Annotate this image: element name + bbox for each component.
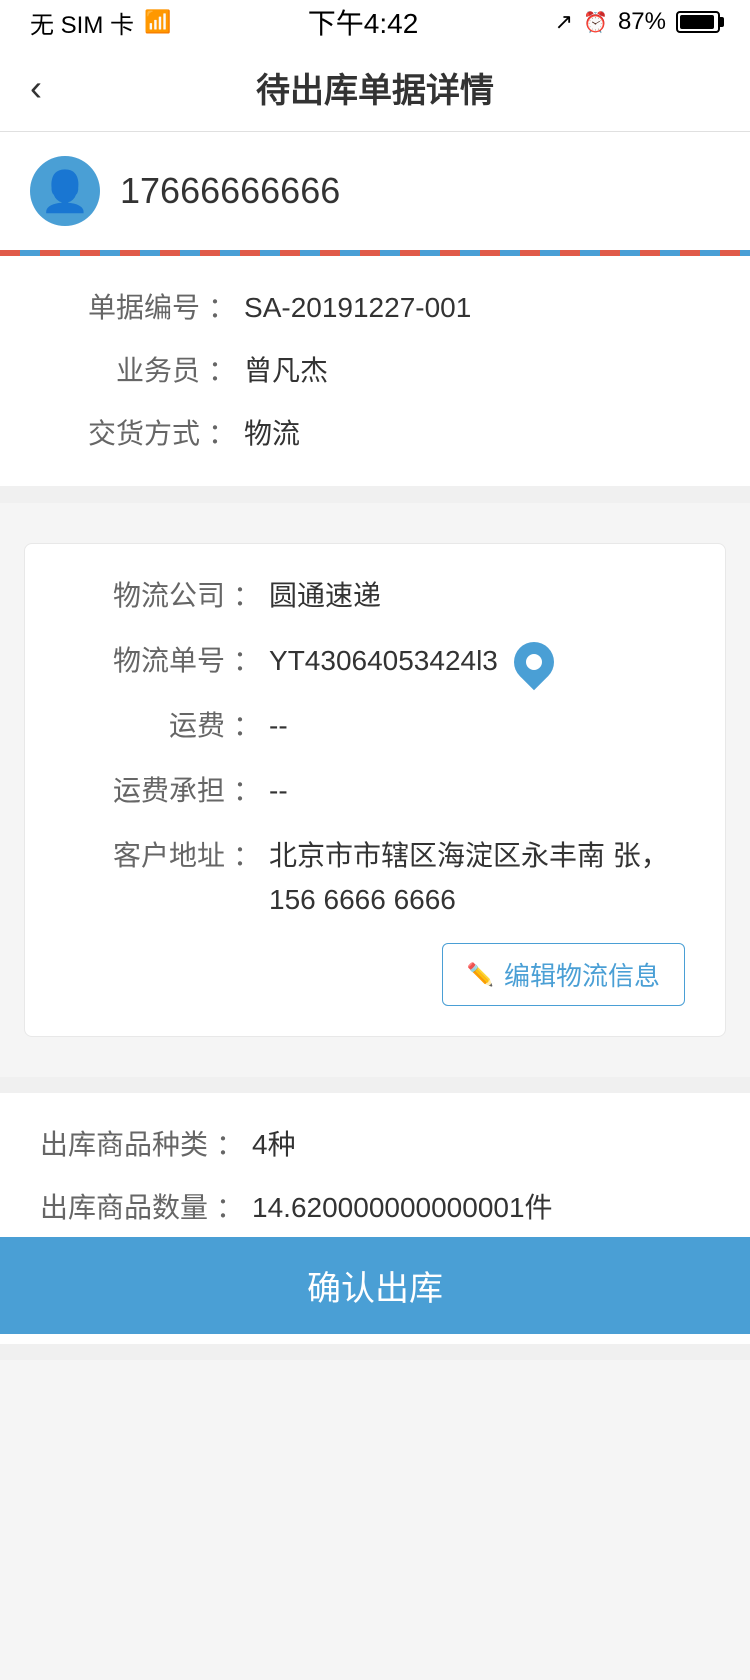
order-no-colon: ： <box>208 286 236 331</box>
user-header: 👤 17666666666 <box>0 132 750 250</box>
delivery-row: 交货方式 ： 物流 <box>40 412 710 457</box>
freight-colon: ： <box>233 704 261 749</box>
freight-bear-row: 运费承担 ： -- <box>65 769 685 814</box>
section-divider-2 <box>0 1077 750 1093</box>
battery-percent: 87% <box>618 8 666 36</box>
address-row: 客户地址 ： 北京市市辖区海淀区永丰南 张，156 6666 6666 <box>65 834 685 924</box>
delivery-value: 物流 <box>244 412 710 457</box>
back-button[interactable]: ‹ <box>20 57 52 119</box>
confirm-btn-label: 确认出库 <box>307 1270 443 1308</box>
status-left: 无 SIM 卡 📶 <box>30 5 171 40</box>
address-value: 北京市市辖区海淀区永丰南 张，156 6666 6666 <box>269 834 685 924</box>
tracking-row: 物流单号 ： YT43064053424l3 <box>65 639 685 684</box>
address-colon: ： <box>233 834 261 879</box>
freight-bear-value: -- <box>269 769 685 814</box>
tracking-number: YT43064053424l3 <box>269 639 498 684</box>
goods-types-value: 4种 <box>252 1123 710 1168</box>
goods-types-colon: ： <box>216 1123 244 1168</box>
carrier-label: 无 SIM 卡 <box>30 5 134 40</box>
salesman-label: 业务员 <box>40 349 200 394</box>
goods-quantity-colon: ： <box>216 1186 244 1231</box>
freight-label: 运费 <box>65 704 225 749</box>
section-divider-1 <box>0 487 750 503</box>
section-divider-3 <box>0 1344 750 1360</box>
goods-types-label: 出库商品种类 <box>40 1123 208 1168</box>
edit-logistics-label: 编辑物流信息 <box>504 956 660 993</box>
edit-icon: ✏️ <box>467 962 494 988</box>
salesman-value: 曾凡杰 <box>244 349 710 394</box>
edit-logistics-button[interactable]: ✏️ 编辑物流信息 <box>442 943 685 1006</box>
avatar: 👤 <box>30 156 100 226</box>
page-title: 待出库单据详情 <box>256 63 494 112</box>
status-bar: 无 SIM 卡 📶 下午4:42 ↗ ⏰ 87% <box>0 0 750 44</box>
alarm-icon: ⏰ <box>583 10 608 35</box>
freight-bear-label: 运费承担 <box>65 769 225 814</box>
bottom-area <box>0 1360 750 1560</box>
company-label: 物流公司 <box>65 574 225 619</box>
company-row: 物流公司 ： 圆通速递 <box>65 574 685 619</box>
location-pin-icon[interactable] <box>506 633 563 690</box>
freight-value: -- <box>269 704 685 749</box>
goods-quantity-label: 出库商品数量 <box>40 1186 208 1231</box>
freight-bear-colon: ： <box>233 769 261 814</box>
company-value: 圆通速递 <box>269 574 685 619</box>
edit-logistics-area: ✏️ 编辑物流信息 <box>65 943 685 1006</box>
goods-quantity-value: 14.620000000000001件 <box>252 1186 710 1231</box>
salesman-colon: ： <box>208 349 236 394</box>
goods-quantity-row: 出库商品数量 ： 14.620000000000001件 <box>40 1186 710 1231</box>
wifi-icon: 📶 <box>144 9 171 35</box>
logistics-card: 物流公司 ： 圆通速递 物流单号 ： YT43064053424l3 运费 ： … <box>24 543 726 1037</box>
order-no-label: 单据编号 <box>40 286 200 331</box>
tracking-colon: ： <box>233 639 261 684</box>
delivery-label: 交货方式 <box>40 412 200 457</box>
salesman-row: 业务员 ： 曾凡杰 <box>40 349 710 394</box>
delivery-colon: ： <box>208 412 236 457</box>
confirm-button[interactable]: 确认出库 <box>0 1237 750 1334</box>
logistics-outer: 物流公司 ： 圆通速递 物流单号 ： YT43064053424l3 运费 ： … <box>0 503 750 1077</box>
order-no-value: SA-20191227-001 <box>244 286 710 331</box>
order-no-row: 单据编号 ： SA-20191227-001 <box>40 286 710 331</box>
nav-bar: ‹ 待出库单据详情 <box>0 44 750 132</box>
address-label: 客户地址 <box>65 834 225 879</box>
location-icon: ↗ <box>555 9 573 35</box>
user-phone: 17666666666 <box>120 170 340 212</box>
status-time: 下午4:42 <box>308 2 419 42</box>
tracking-label: 物流单号 <box>65 639 225 684</box>
company-colon: ： <box>233 574 261 619</box>
battery-icon <box>676 11 720 33</box>
tracking-value-container: YT43064053424l3 <box>269 639 685 684</box>
order-info-section: 单据编号 ： SA-20191227-001 业务员 ： 曾凡杰 交货方式 ： … <box>0 256 750 487</box>
goods-types-row: 出库商品种类 ： 4种 <box>40 1123 710 1168</box>
status-right: ↗ ⏰ 87% <box>555 8 720 36</box>
user-icon: 👤 <box>40 168 90 215</box>
freight-row: 运费 ： -- <box>65 704 685 749</box>
